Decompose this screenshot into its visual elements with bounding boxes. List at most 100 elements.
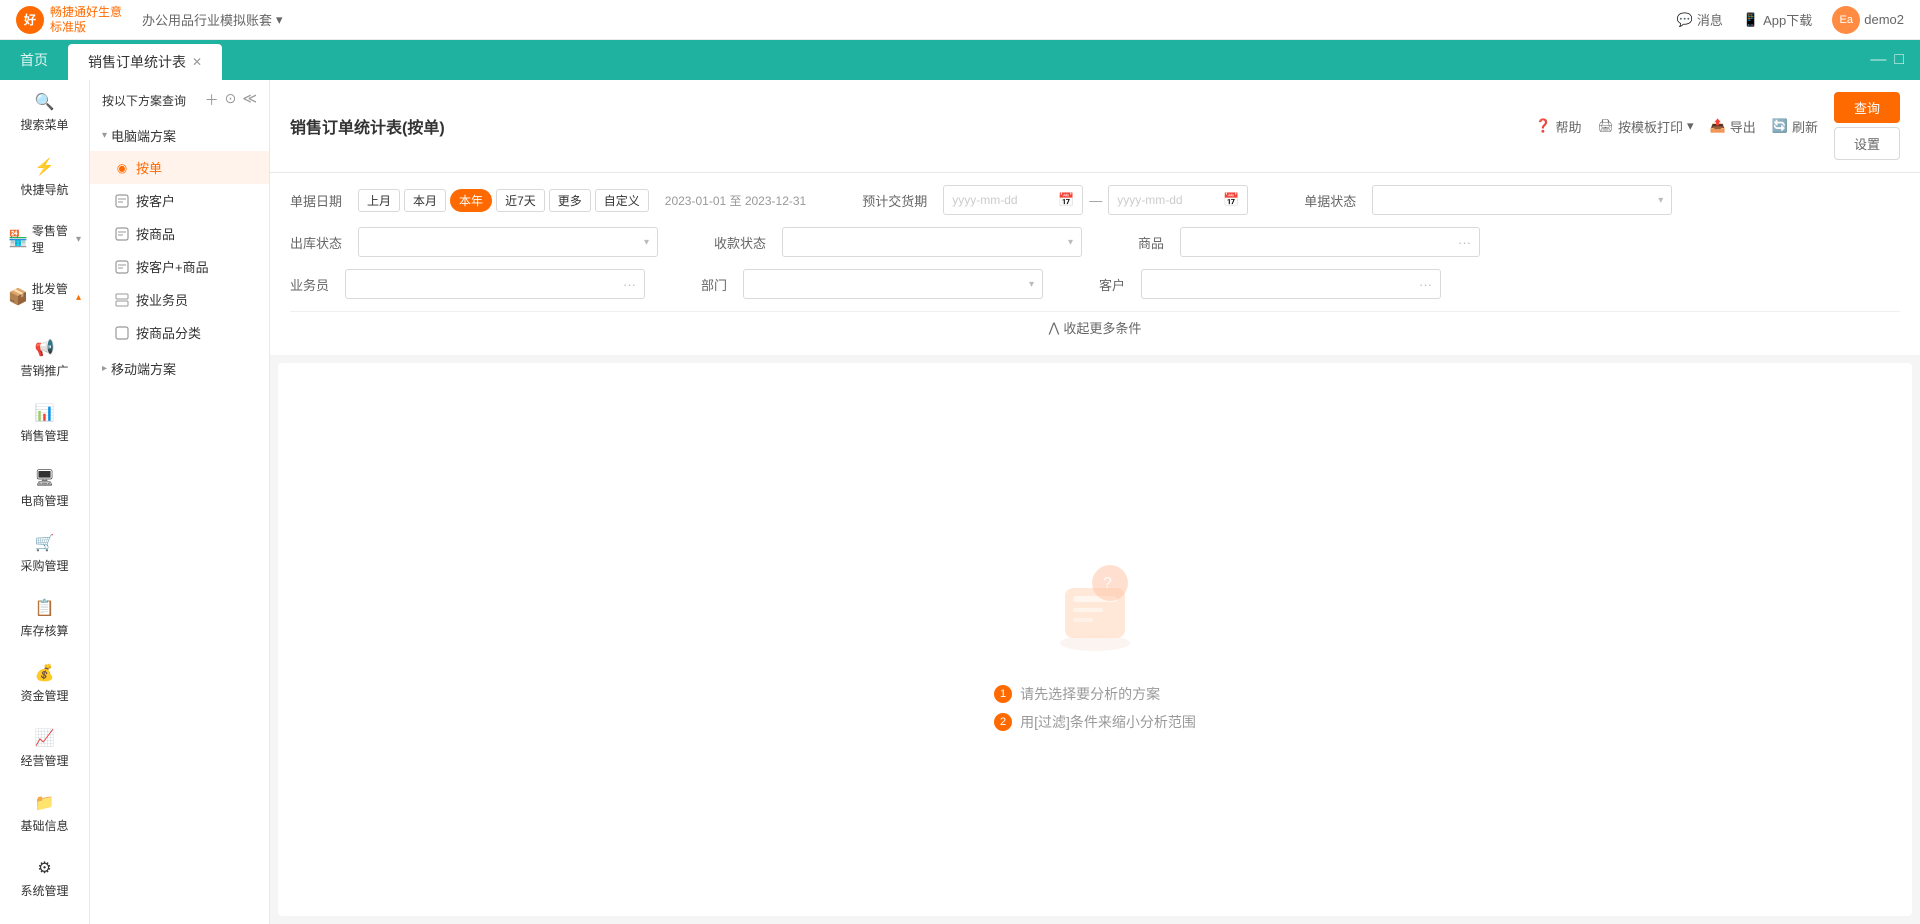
tip-num-2: 2 <box>994 713 1012 731</box>
date-separator: — <box>1089 193 1102 208</box>
sidebar-item-sales[interactable]: 📊 销售管理 <box>0 391 89 456</box>
tab-home[interactable]: 首页 <box>0 40 68 80</box>
export-button[interactable]: 📤 导出 <box>1710 117 1756 136</box>
sidebar-item-quick-nav[interactable]: ⚡ 快捷导航 <box>0 145 89 210</box>
collapse-scheme-icon[interactable]: ≪ <box>242 90 257 110</box>
scheme-item-by-order[interactable]: ◉ 按单 <box>90 151 269 184</box>
tab-sales-order-stats[interactable]: 销售订单统计表 ✕ <box>68 44 222 80</box>
sidebar-item-system[interactable]: ⚙ 系统管理 <box>0 846 89 911</box>
scheme-group-pc-title[interactable]: ▾ 电脑端方案 <box>90 120 269 151</box>
payment-status-label: 收款状态 <box>714 233 766 252</box>
page-actions: ❓ 帮助 🖨 按模板打印 ▾ 📤 导出 🔄 <box>1535 92 1900 160</box>
print-icon: 🖨 <box>1598 118 1615 134</box>
finance-icon: 💰 <box>35 663 55 683</box>
scheme-item-by-customer-goods[interactable]: 按客户+商品 <box>90 250 269 283</box>
sidebar-item-purchase[interactable]: 🛒 采购管理 <box>0 521 89 586</box>
by-salesperson-icon <box>114 292 130 308</box>
by-customer-icon <box>114 193 130 209</box>
scheme-item-by-goods[interactable]: 按商品 <box>90 217 269 250</box>
message-icon: 💬 <box>1677 12 1693 28</box>
chevron-down-icon-status: ▾ <box>1658 195 1663 206</box>
status-select[interactable]: ▾ <box>1372 185 1672 215</box>
sidebar-item-base-info[interactable]: 📁 基础信息 <box>0 781 89 846</box>
collapse-icon: ⋀ <box>1049 320 1060 336</box>
goods-select[interactable]: ··· <box>1180 227 1480 257</box>
main-layout: 🔍 搜索菜单 ⚡ 快捷导航 🏪 零售管理 ▾ 📦 批发管理 ▴ 📢 营销推广 📊… <box>0 80 1920 924</box>
scheme-item-by-customer[interactable]: 按客户 <box>90 184 269 217</box>
collapse-filters-button[interactable]: ⋀ 收起更多条件 <box>290 311 1900 343</box>
by-order-icon: ◉ <box>114 160 130 176</box>
wholesale-icon: 📦 <box>8 287 28 307</box>
date-btn-this-month[interactable]: 本月 <box>404 189 446 212</box>
settings-scheme-icon[interactable]: ⊙ <box>225 90 237 110</box>
sidebar-item-marketing[interactable]: 📢 营销推广 <box>0 326 89 391</box>
user-menu[interactable]: Ea demo2 <box>1832 6 1904 34</box>
tab-close-icon[interactable]: ✕ <box>192 55 202 69</box>
by-goods-icon <box>114 226 130 242</box>
settings-button[interactable]: 设置 <box>1834 127 1900 160</box>
app-selector[interactable]: 办公用品行业模拟账套 ▾ <box>134 10 291 29</box>
delivery-status-select[interactable]: ▾ <box>358 227 658 257</box>
date-btn-more[interactable]: 更多 <box>549 189 591 212</box>
window-minimize-icon[interactable]: — <box>1870 51 1886 69</box>
logo-icon: 好 <box>16 6 44 34</box>
date-range-text: 2023-01-01 至 2023-12-31 <box>665 192 806 209</box>
help-button[interactable]: ❓ 帮助 <box>1535 117 1581 136</box>
tip-num-1: 1 <box>994 685 1012 703</box>
expand-icon-mobile: ▸ <box>102 363 107 374</box>
salesperson-select[interactable]: ··· <box>345 269 645 299</box>
base-info-icon: 📁 <box>35 793 55 813</box>
window-maximize-icon[interactable]: □ <box>1894 51 1904 69</box>
refresh-button[interactable]: 🔄 刷新 <box>1772 117 1818 136</box>
sidebar-item-finance[interactable]: 💰 资金管理 <box>0 651 89 716</box>
marketing-icon: 📢 <box>35 338 55 358</box>
empty-state: ? 1 请先选择要分析的方案 2 用[过滤]条件来缩小分析范围 <box>278 363 1912 916</box>
tabbar: 首页 销售订单统计表 ✕ — □ <box>0 40 1920 80</box>
chevron-down-icon-payment: ▾ <box>1068 237 1073 248</box>
scheme-item-by-category[interactable]: 按商品分类 <box>90 316 269 349</box>
messages-button[interactable]: 💬 消息 <box>1677 10 1723 29</box>
query-button[interactable]: 查询 <box>1834 92 1900 123</box>
expected-date-start[interactable]: yyyy-mm-dd 📅 <box>943 185 1083 215</box>
search-icon: 🔍 <box>35 92 55 112</box>
sidebar-item-inventory[interactable]: 📋 库存核算 <box>0 586 89 651</box>
app-download-button[interactable]: 📱 App下载 <box>1743 10 1812 29</box>
department-select[interactable]: ▾ <box>743 269 1043 299</box>
retail-icon: 🏪 <box>8 229 28 249</box>
scheme-group-mobile-title[interactable]: ▸ 移动端方案 <box>90 353 269 384</box>
logo-area: 好 畅捷通好生意 标准版 <box>16 5 122 34</box>
scheme-item-by-salesperson[interactable]: 按业务员 <box>90 283 269 316</box>
sidebar: 🔍 搜索菜单 ⚡ 快捷导航 🏪 零售管理 ▾ 📦 批发管理 ▴ 📢 营销推广 📊… <box>0 80 90 924</box>
date-btn-custom[interactable]: 自定义 <box>595 189 649 212</box>
chevron-down-icon-delivery: ▾ <box>644 237 649 248</box>
sidebar-item-wholesale[interactable]: 📦 批发管理 ▴ <box>0 268 89 326</box>
help-icon: ❓ <box>1535 118 1551 134</box>
content-area: 按以下方案查询 ＋ ⊙ ≪ ▾ 电脑端方案 ◉ 按单 <box>90 80 1920 924</box>
calendar-icon: 📅 <box>1058 192 1074 208</box>
payment-status-select[interactable]: ▾ <box>782 227 1082 257</box>
sidebar-item-ecommerce[interactable]: 🖥 电商管理 <box>0 456 89 521</box>
date-btn-last-month[interactable]: 上月 <box>358 189 400 212</box>
date-btn-7days[interactable]: 近7天 <box>496 189 545 212</box>
expected-date-end[interactable]: yyyy-mm-dd 📅 <box>1108 185 1248 215</box>
customer-select[interactable]: ··· <box>1141 269 1441 299</box>
chevron-down-icon-dept: ▾ <box>1029 279 1034 290</box>
filter-row-1: 单据日期 上月 本月 本年 近7天 更多 自定义 2023-01-01 至 20… <box>290 185 1900 215</box>
scheme-panel: 按以下方案查询 ＋ ⊙ ≪ ▾ 电脑端方案 ◉ 按单 <box>90 80 270 924</box>
sidebar-item-collaboration[interactable]: 🤝 企业协同 <box>0 911 89 924</box>
operations-icon: 📈 <box>35 728 55 748</box>
sales-icon: 📊 <box>35 403 55 423</box>
empty-tips: 1 请先选择要分析的方案 2 用[过滤]条件来缩小分析范围 <box>994 684 1196 732</box>
dots-icon-salesperson: ··· <box>623 277 636 292</box>
date-label: 单据日期 <box>290 191 342 210</box>
calendar-icon-2: 📅 <box>1223 192 1239 208</box>
sidebar-item-retail[interactable]: 🏪 零售管理 ▾ <box>0 210 89 268</box>
scheme-group-mobile: ▸ 移动端方案 <box>90 351 269 386</box>
date-btn-this-year[interactable]: 本年 <box>450 189 492 212</box>
logo-text: 畅捷通好生意 标准版 <box>50 5 122 34</box>
template-print-button[interactable]: 🖨 按模板打印 ▾ <box>1598 117 1694 136</box>
add-scheme-icon[interactable]: ＋ <box>205 90 219 110</box>
sidebar-item-operations[interactable]: 📈 经营管理 <box>0 716 89 781</box>
expected-date-label: 预计交货期 <box>862 191 927 210</box>
sidebar-item-search[interactable]: 🔍 搜索菜单 <box>0 80 89 145</box>
